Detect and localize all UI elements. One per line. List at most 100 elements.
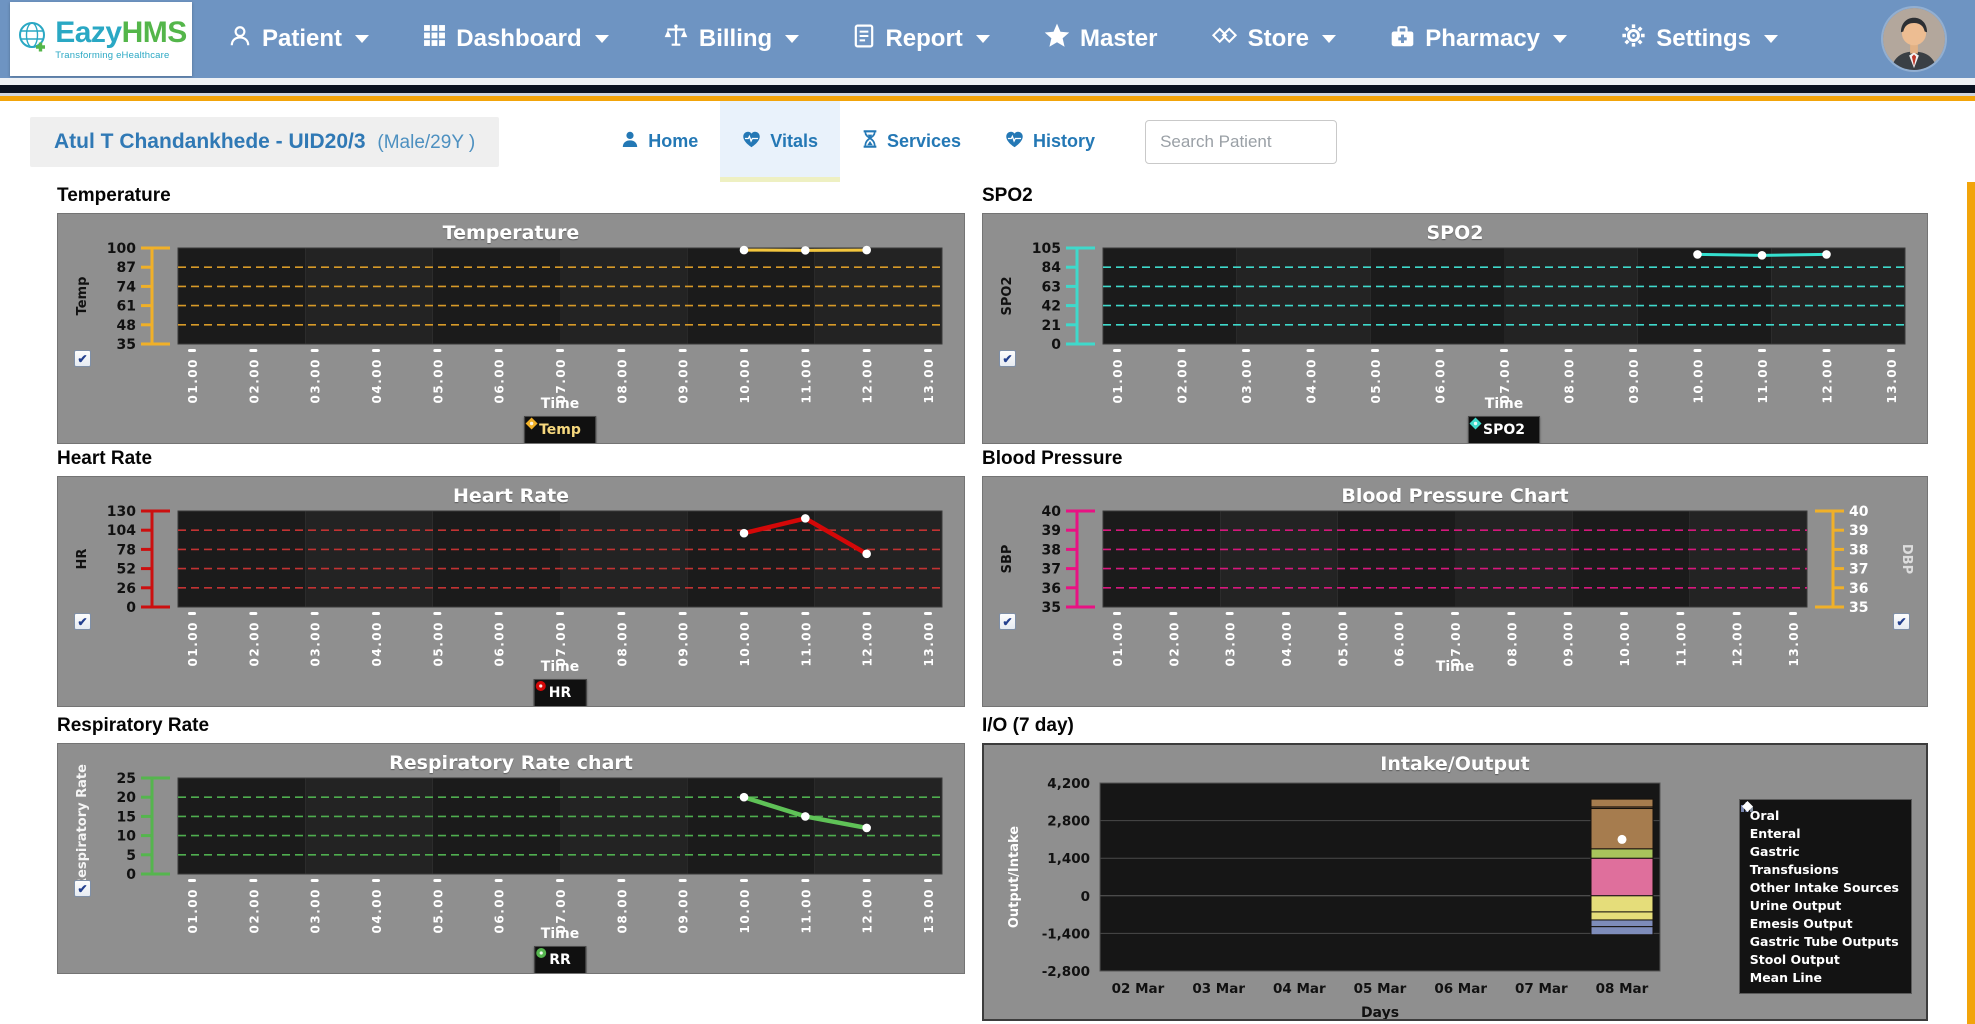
app-logo[interactable]: EazyHMS Transforming eHealthcare xyxy=(10,2,192,76)
respiratory-rate-chart-title: Respiratory Rate chart xyxy=(389,752,633,774)
x-tick-label: 10.00 xyxy=(738,888,752,933)
x-axis-label: Time xyxy=(1485,396,1523,412)
heart-rate-series-toggle-left[interactable]: ✔ xyxy=(74,613,91,630)
nav-item-store[interactable]: Store xyxy=(1211,24,1337,55)
x-tick xyxy=(1507,612,1516,615)
tab-history[interactable]: History xyxy=(983,101,1117,182)
spo2-series-toggle-left[interactable]: ✔ xyxy=(999,350,1016,367)
nav-item-settings[interactable]: Settings xyxy=(1621,23,1778,55)
x-tick-label: 07 Mar xyxy=(1515,981,1568,997)
separator-dark xyxy=(0,85,1975,93)
y-tick-label: 1,400 xyxy=(1047,851,1090,867)
y-axis xyxy=(150,246,170,346)
y-tick-label: 21 xyxy=(1042,318,1061,334)
blood-pressure-series-toggle-right[interactable]: ✔ xyxy=(1893,613,1910,630)
x-tick xyxy=(249,612,258,615)
x-tick-label: 06.00 xyxy=(493,621,507,666)
x-tick xyxy=(1451,612,1459,615)
user-avatar[interactable] xyxy=(1883,8,1945,70)
blood-pressure-chart-panel: Blood Pressure Chart 40 39 38 37 36 35 SBP 40 39… xyxy=(982,476,1928,707)
y-tick-label: 36 xyxy=(1042,581,1061,597)
x-tick-label: 03.00 xyxy=(1224,621,1238,666)
legend-item[interactable]: Mean Line xyxy=(1741,801,1899,985)
legend-item[interactable]: Other Intake Sources xyxy=(1740,802,1899,895)
x-tick-label: 02.00 xyxy=(247,888,261,933)
dropdown-caret-icon xyxy=(594,35,609,43)
tab-home[interactable]: Home xyxy=(599,101,720,182)
nav-item-patient[interactable]: Patient xyxy=(228,24,370,55)
y2-tick-label: 37 xyxy=(1849,562,1868,578)
blood-pressure-series-toggle-left[interactable]: ✔ xyxy=(999,613,1016,630)
y-tick-label: 20 xyxy=(117,790,137,806)
tab-vitals[interactable]: Vitals xyxy=(720,101,840,182)
y-axis-label: Temp xyxy=(75,277,90,316)
x-tick xyxy=(1177,349,1186,352)
data-point-marker xyxy=(1757,251,1767,260)
nav-menu: Patient Dashboard Billing Report Master … xyxy=(228,0,1778,78)
respiratory-rate-series-toggle-left[interactable]: ✔ xyxy=(74,880,91,897)
vitals-heart-icon xyxy=(742,130,761,153)
bar-segment xyxy=(1590,895,1654,913)
legend-item[interactable]: Enteral xyxy=(1740,802,1899,841)
bar-segment xyxy=(1590,919,1654,928)
x-tick xyxy=(556,879,564,882)
tab-services[interactable]: Services xyxy=(840,101,983,182)
x-tick-label: 13.00 xyxy=(922,888,936,933)
nav-item-dashboard[interactable]: Dashboard xyxy=(423,24,609,54)
y-tick-label: 39 xyxy=(1042,523,1061,539)
legend-item[interactable]: Oral xyxy=(1740,802,1899,823)
x-tick xyxy=(1113,349,1121,352)
dropdown-caret-icon xyxy=(355,35,370,43)
y-tick-label: 104 xyxy=(107,523,136,539)
spo2-legend[interactable]: SPO2 xyxy=(1468,416,1540,443)
x-tick xyxy=(1822,349,1831,352)
x-tick-label: 08 Mar xyxy=(1596,981,1649,997)
x-tick-label: 02.00 xyxy=(247,358,261,403)
x-tick-label: 01.00 xyxy=(1111,621,1125,666)
nav-item-master[interactable]: Master xyxy=(1044,23,1157,55)
blood-pressure-chart-canvas: 40 39 38 37 36 35 SBP 40 39 38 37 36 35 DBP 01.00 02.00… xyxy=(983,477,1927,706)
x-tick-label: 05.00 xyxy=(1369,358,1383,403)
legend-item[interactable]: Gastric Tube Outputs xyxy=(1740,802,1899,949)
legend-item[interactable]: Stool Output xyxy=(1740,802,1899,967)
history-heart-icon xyxy=(1005,130,1024,153)
x-tick-label: 11.00 xyxy=(799,358,813,403)
x-tick-label: 09.00 xyxy=(677,358,691,403)
nav-item-report[interactable]: Report xyxy=(853,24,990,55)
legend-item[interactable]: Transfusions xyxy=(1740,802,1899,877)
x-tick-label: 12.00 xyxy=(1821,358,1835,403)
store-icon xyxy=(1211,24,1238,55)
y-tick-label: 52 xyxy=(117,562,136,578)
x-tick xyxy=(1282,612,1290,615)
x-tick-label: 06.00 xyxy=(493,358,507,403)
temperature-chart-title: Temperature xyxy=(442,222,580,244)
blood-pressure-section: Blood Pressure Blood Pressure Chart 40 39… xyxy=(982,448,1928,707)
y-tick-label: -2,800 xyxy=(1042,964,1090,980)
temperature-legend[interactable]: Temp xyxy=(524,416,596,443)
respiratory-rate-legend[interactable]: RR xyxy=(534,946,586,973)
spo2-chart-title: SPO2 xyxy=(1426,222,1484,244)
temperature-series-toggle-left[interactable]: ✔ xyxy=(74,350,91,367)
x-tick-label: 03 Mar xyxy=(1192,981,1245,997)
heart-rate-legend[interactable]: HR xyxy=(533,679,587,706)
x-tick-label: 03.00 xyxy=(1240,358,1254,403)
intake-output-chart-panel: Intake/Output 4,200 2,800 1,400 0 -1,400 -2,8… xyxy=(982,743,1928,1021)
temperature-plot: 1008774614835Temp01.00 02.00 03.00 04.00 05.… xyxy=(75,241,943,412)
x-tick xyxy=(924,349,932,352)
data-point-marker xyxy=(862,245,871,255)
legend-item[interactable]: Gastric xyxy=(1740,802,1899,859)
y-tick-label: 61 xyxy=(117,299,136,315)
legend-item[interactable]: Urine Output xyxy=(1740,802,1899,913)
search-patient-input[interactable] xyxy=(1145,119,1338,164)
respiratory-rate-section: Respiratory Rate Respiratory Rate chart … xyxy=(57,715,965,974)
x-tick xyxy=(494,879,503,882)
x-tick xyxy=(862,612,871,615)
x-tick xyxy=(924,879,932,882)
dropdown-caret-icon xyxy=(1322,35,1337,43)
y-axis xyxy=(150,776,170,876)
nav-item-pharmacy[interactable]: Pharmacy xyxy=(1390,24,1568,55)
temperature-heading: Temperature xyxy=(57,185,171,206)
x-tick xyxy=(1629,349,1637,352)
legend-item[interactable]: Emesis Output xyxy=(1740,802,1899,931)
nav-item-billing[interactable]: Billing xyxy=(663,23,800,56)
